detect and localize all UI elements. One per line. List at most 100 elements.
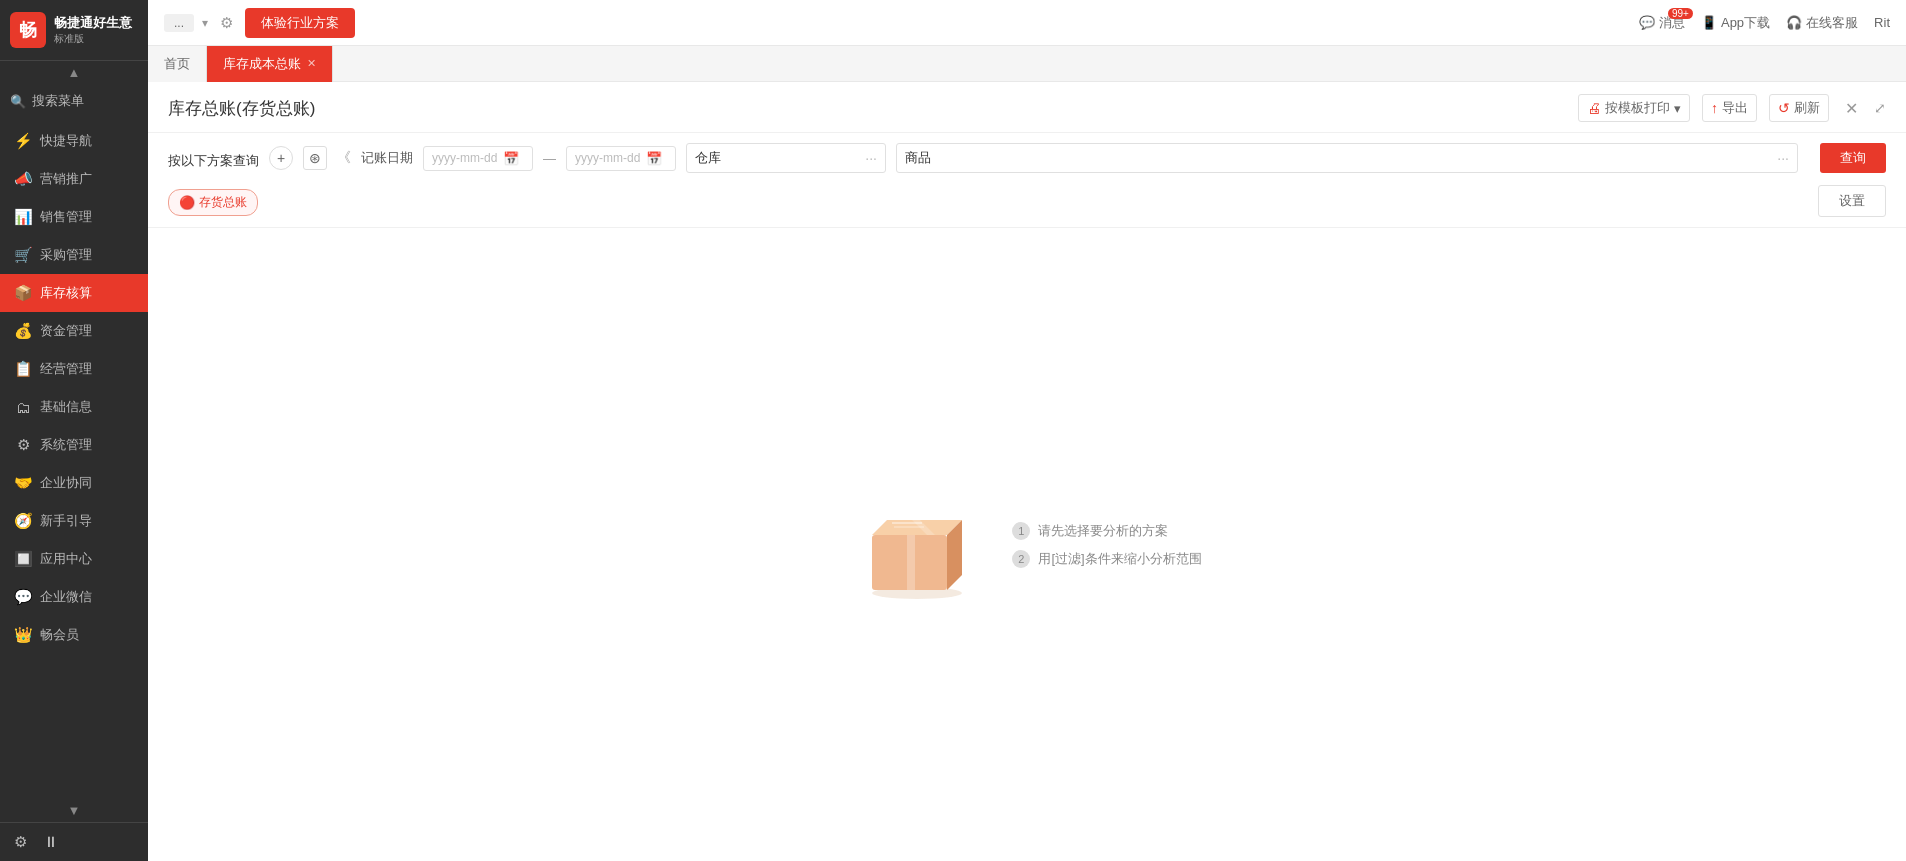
scroll-down-btn[interactable]: ▼ — [0, 799, 148, 822]
export-btn[interactable]: ↑ 导出 — [1702, 94, 1757, 122]
logo-icon: 畅 — [10, 12, 46, 48]
apps-icon: 🔲 — [14, 550, 32, 568]
sidebar-item-label: 系统管理 — [40, 436, 92, 454]
sidebar-item-label: 基础信息 — [40, 398, 92, 416]
industry-btn[interactable]: 体验行业方案 — [245, 8, 355, 38]
filter-scheme-area: 🔴 存货总账 — [148, 183, 1818, 226]
system-icon: ⚙ — [14, 436, 32, 454]
sidebar-item-member[interactable]: 👑 畅会员 — [0, 616, 148, 654]
search-menu-label: 搜索菜单 — [32, 92, 84, 110]
settings-gear-btn[interactable]: ⚙ — [14, 833, 27, 851]
query-btn[interactable]: 查询 — [1820, 143, 1886, 173]
calendar-end-icon: 📅 — [646, 151, 662, 166]
sidebar: 畅 畅捷通好生意 标准版 ▲ 🔍 搜索菜单 ⚡ 快捷导航 📣 营销推广 📊 销售… — [0, 0, 148, 861]
date-end-input[interactable]: yyyy-mm-dd 📅 — [566, 146, 676, 171]
hint-num-1: 1 — [1012, 522, 1030, 540]
basic-icon: 🗂 — [14, 398, 32, 416]
user-name[interactable]: Rit — [1874, 15, 1890, 30]
page-content: 库存总账(存货总账) 🖨 按模板打印 ▾ ↑ 导出 ↺ 刷新 ✕ ⤢ — [148, 82, 1906, 861]
sidebar-item-system[interactable]: ⚙ 系统管理 — [0, 426, 148, 464]
tab-close-icon[interactable]: ✕ — [307, 57, 316, 70]
sidebar-item-inventory[interactable]: 📦 库存核算 — [0, 274, 148, 312]
sidebar-item-basic[interactable]: 🗂 基础信息 — [0, 388, 148, 426]
main-area: ... ▾ ⚙ 体验行业方案 💬 消息 99+ 📱 App下载 🎧 在线客服 R… — [148, 0, 1906, 861]
sidebar-item-label: 新手引导 — [40, 512, 92, 530]
brand-name: 畅捷通好生意 — [54, 14, 132, 32]
date-label: 记账日期 — [361, 149, 413, 167]
topbar-right: 💬 消息 99+ 📱 App下载 🎧 在线客服 Rit — [1639, 14, 1890, 32]
warehouse-label: 仓库 — [695, 149, 721, 167]
enterprise-icon: 🤝 — [14, 474, 32, 492]
product-label: 商品 — [905, 149, 931, 167]
content-actions: 查询 设置 — [1818, 133, 1906, 227]
filter-collapse-btn[interactable]: 《 — [337, 149, 351, 167]
sidebar-item-label: 应用中心 — [40, 550, 92, 568]
sidebar-item-purchase[interactable]: 🛒 采购管理 — [0, 236, 148, 274]
finance-icon: 💰 — [14, 322, 32, 340]
sidebar-item-label: 企业微信 — [40, 588, 92, 606]
sidebar-item-label: 采购管理 — [40, 246, 92, 264]
close-panel-btn[interactable]: ✕ — [1841, 95, 1862, 122]
date-start-input[interactable]: yyyy-mm-dd 📅 — [423, 146, 533, 171]
logo-text: 畅捷通好生意 标准版 — [54, 14, 132, 46]
inventory-icon: 📦 — [14, 284, 32, 302]
search-menu-btn[interactable]: 🔍 搜索菜单 — [0, 84, 148, 118]
tab-inventory-cost[interactable]: 库存成本总账 ✕ — [207, 46, 333, 82]
sidebar-item-enterprise[interactable]: 🤝 企业协同 — [0, 464, 148, 502]
sidebar-item-operation[interactable]: 📋 经营管理 — [0, 350, 148, 388]
print-btn[interactable]: 🖨 按模板打印 ▾ — [1578, 94, 1690, 122]
breadcrumb-chevron-icon[interactable]: ▾ — [202, 16, 208, 30]
tab-home[interactable]: 首页 — [148, 46, 207, 82]
page-header: 库存总账(存货总账) 🖨 按模板打印 ▾ ↑ 导出 ↺ 刷新 ✕ ⤢ — [148, 82, 1906, 133]
sidebar-item-label: 快捷导航 — [40, 132, 92, 150]
sidebar-item-apps[interactable]: 🔲 应用中心 — [0, 540, 148, 578]
sidebar-item-quick-nav[interactable]: ⚡ 快捷导航 — [0, 122, 148, 160]
scroll-up-btn[interactable]: ▲ — [0, 61, 148, 84]
header-actions: 🖨 按模板打印 ▾ ↑ 导出 ↺ 刷新 ✕ ⤢ — [1578, 94, 1886, 122]
product-select[interactable]: 商品 ··· — [896, 143, 1798, 173]
topbar-gear-icon[interactable]: ⚙ — [216, 10, 237, 36]
sidebar-item-sales[interactable]: 📊 销售管理 — [0, 198, 148, 236]
settings-btn[interactable]: 设置 — [1818, 185, 1886, 217]
empty-state: 1 请先选择要分析的方案 2 用[过滤]条件来缩小分析范围 — [148, 228, 1906, 861]
quick-nav-icon: ⚡ — [14, 132, 32, 150]
service-label: 在线客服 — [1806, 14, 1858, 32]
sidebar-item-label: 企业协同 — [40, 474, 92, 492]
warehouse-more-icon: ··· — [865, 150, 877, 166]
refresh-icon: ↺ — [1778, 100, 1790, 116]
empty-text: 1 请先选择要分析的方案 2 用[过滤]条件来缩小分析范围 — [1012, 522, 1201, 568]
breadcrumb-text: ... — [164, 14, 194, 32]
filter-add-btn[interactable]: + — [269, 146, 293, 170]
online-service-btn[interactable]: 🎧 在线客服 — [1786, 14, 1858, 32]
calendar-start-icon: 📅 — [503, 151, 519, 166]
scheme-item[interactable]: 🔴 存货总账 — [168, 189, 258, 216]
scheme-label: 存货总账 — [199, 194, 247, 211]
refresh-label: 刷新 — [1794, 99, 1820, 117]
audio-btn[interactable]: ⏸ — [43, 833, 58, 851]
sidebar-item-finance[interactable]: 💰 资金管理 — [0, 312, 148, 350]
sidebar-item-wechat[interactable]: 💬 企业微信 — [0, 578, 148, 616]
topbar: ... ▾ ⚙ 体验行业方案 💬 消息 99+ 📱 App下载 🎧 在线客服 R… — [148, 0, 1906, 46]
marketing-icon: 📣 — [14, 170, 32, 188]
message-icon: 💬 — [1639, 15, 1655, 30]
guide-icon: 🧭 — [14, 512, 32, 530]
search-icon: 🔍 — [10, 94, 26, 109]
print-label: 按模板打印 — [1605, 99, 1670, 117]
app-download-btn[interactable]: 📱 App下载 — [1701, 14, 1770, 32]
hint-text-1: 请先选择要分析的方案 — [1038, 522, 1168, 540]
warehouse-select[interactable]: 仓库 ··· — [686, 143, 886, 173]
empty-hint-1: 1 请先选择要分析的方案 — [1012, 522, 1201, 540]
sidebar-item-marketing[interactable]: 📣 营销推广 — [0, 160, 148, 198]
expand-btn[interactable]: ⤢ — [1874, 100, 1886, 116]
hint-num-2: 2 — [1012, 550, 1030, 568]
message-btn[interactable]: 💬 消息 99+ — [1639, 14, 1685, 32]
refresh-btn[interactable]: ↺ 刷新 — [1769, 94, 1829, 122]
empty-illustration — [852, 485, 982, 605]
print-icon: 🖨 — [1587, 100, 1601, 116]
phone-icon: 📱 — [1701, 15, 1717, 30]
svg-rect-4 — [907, 535, 915, 590]
breadcrumb: ... — [164, 14, 194, 32]
sidebar-item-guide[interactable]: 🧭 新手引导 — [0, 502, 148, 540]
hint-text-2: 用[过滤]条件来缩小分析范围 — [1038, 550, 1201, 568]
filter-settings-btn[interactable]: ⊛ — [303, 146, 327, 170]
